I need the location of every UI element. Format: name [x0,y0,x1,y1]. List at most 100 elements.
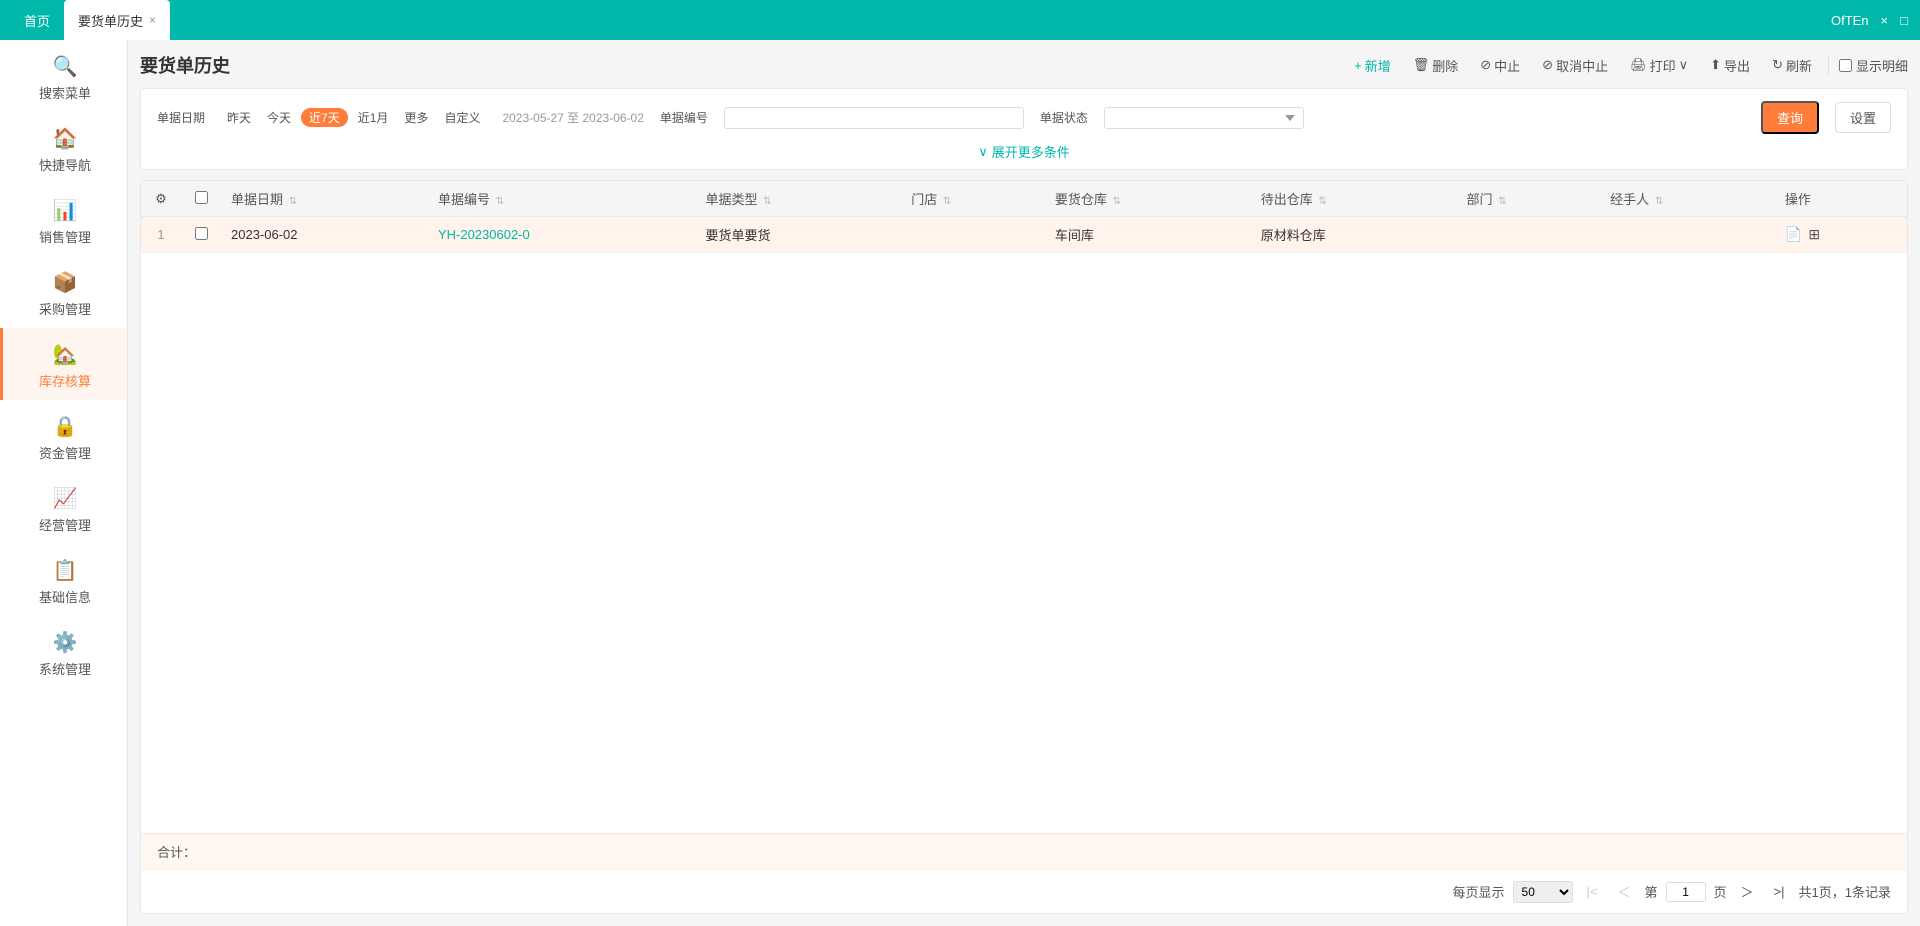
prev-page-btn[interactable]: ＜ [1612,880,1637,903]
show-detail-checkbox[interactable]: 显示明细 [1839,56,1908,75]
page-label: 第 [1645,882,1658,901]
cancel-stop-label: 取消中止 [1556,56,1608,75]
select-all-checkbox[interactable] [195,191,208,204]
date-filter-label: 单据日期 [157,109,205,126]
export-label: 导出 [1724,56,1750,75]
table-header-row: ⚙ 单据日期 ⇅ 单据编号 ⇅ 单据类型 [141,181,1907,217]
page-title: 要货单历史 [140,52,230,78]
no-column-header[interactable]: 单据编号 ⇅ [428,181,695,217]
dept-column-header[interactable]: 部门 ⇅ [1457,181,1601,217]
close-window-icon[interactable]: × [1881,13,1889,28]
sidebar-item-quick-nav[interactable]: 🏠 快捷导航 [0,112,127,184]
stop-icon: ⊘ [1480,57,1491,73]
sidebar-item-finance[interactable]: 🔒 资金管理 [0,400,127,472]
print-label: 打印 [1650,56,1676,75]
pending-warehouse-column-header[interactable]: 待出仓库 ⇅ [1251,181,1457,217]
delete-button[interactable]: 🗑 删除 [1407,56,1465,75]
refresh-button[interactable]: ↻ 刷新 [1766,56,1818,75]
page-size-select[interactable]: 50 10 20 100 [1513,881,1573,903]
print-button[interactable]: 🖨 打印 ∨ [1624,56,1694,75]
tab-requisition-history[interactable]: 要货单历史 × [64,0,170,40]
type-column-header[interactable]: 单据类型 ⇅ [695,181,901,217]
sidebar-item-label: 快捷导航 [39,155,91,174]
view-action-btn[interactable]: 📄 [1785,226,1802,243]
sidebar-item-purchase[interactable]: 📦 采购管理 [0,256,127,328]
dept-col-label: 部门 [1467,192,1493,207]
sidebar-item-basic-info[interactable]: 📋 基础信息 [0,544,127,616]
expand-more-icon: ∨ [978,144,988,160]
row-no-link[interactable]: YH-20230602-0 [438,227,530,242]
new-button[interactable]: + 新增 [1348,56,1397,75]
sidebar-item-inventory[interactable]: 🏡 库存核算 [0,328,127,400]
refresh-label: 刷新 [1786,56,1812,75]
pending-warehouse-sort-icon: ⇅ [1318,196,1326,207]
page-suffix: 页 [1714,882,1727,901]
sidebar: 🔍 搜索菜单 🏠 快捷导航 📊 销售管理 📦 采购管理 🏡 库存核算 🔒 资金管… [0,40,128,926]
row-pending-warehouse: 原材料仓库 [1251,217,1457,253]
print-dropdown-icon: ∨ [1679,57,1689,73]
date-btn-last7[interactable]: 近7天 [301,108,348,127]
purchase-icon: 📦 [53,270,78,295]
print-icon: 🖨 [1630,57,1647,73]
new-icon: + [1354,58,1362,73]
show-detail-input[interactable] [1839,59,1852,72]
first-page-btn[interactable]: |< [1581,882,1604,901]
tab-home[interactable]: 首页 [10,0,64,40]
maximize-icon[interactable]: □ [1900,13,1908,28]
export-button[interactable]: ⬆ 导出 [1704,56,1756,75]
date-btn-last-month[interactable]: 近1月 [352,108,395,127]
stop-label: 中止 [1494,56,1520,75]
next-page-btn[interactable]: ＞ [1735,880,1760,903]
status-select[interactable] [1104,107,1304,129]
date-btn-custom[interactable]: 自定义 [438,108,486,127]
tab-requisition-label: 要货单历史 [78,11,143,30]
stop-button[interactable]: ⊘ 中止 [1474,56,1526,75]
row-dept [1457,217,1601,253]
date-btn-today[interactable]: 今天 [261,108,297,127]
store-column-header[interactable]: 门店 ⇅ [901,181,1045,217]
query-button[interactable]: 查询 [1761,101,1819,134]
edit-action-btn[interactable]: ⊞ [1808,226,1820,243]
row-store [901,217,1045,253]
filter-bar: 单据日期 昨天 今天 近7天 近1月 更多 自定义 2023-05-27 至 2… [140,88,1908,170]
sidebar-item-label: 资金管理 [39,443,91,462]
refresh-icon: ↻ [1772,57,1783,73]
settings-column-header[interactable]: ⚙ [141,181,181,217]
req-warehouse-column-header[interactable]: 要货仓库 ⇅ [1045,181,1251,217]
handler-column-header[interactable]: 经手人 ⇅ [1600,181,1775,217]
show-detail-label: 显示明细 [1856,56,1908,75]
date-range-text: 2023-05-27 至 2023-06-02 [502,109,643,126]
sidebar-item-system[interactable]: ⚙️ 系统管理 [0,616,127,688]
sidebar-item-sales[interactable]: 📊 销售管理 [0,184,127,256]
date-btn-yesterday[interactable]: 昨天 [221,108,257,127]
content-area: 要货单历史 + 新增 🗑 删除 ⊘ 中止 ⊘ 取消中止 [128,40,1920,926]
action-column-header: 操作 [1775,181,1907,217]
date-btn-more[interactable]: 更多 [398,108,434,127]
settings-button[interactable]: 设置 [1835,102,1891,133]
page-input[interactable] [1666,882,1706,902]
status-label: 单据状态 [1040,109,1088,126]
type-sort-icon: ⇅ [763,196,771,207]
delete-label: 删除 [1432,56,1458,75]
table-header: ⚙ 单据日期 ⇅ 单据编号 ⇅ 单据类型 [141,181,1907,217]
last-page-btn[interactable]: >| [1768,882,1791,901]
table-footer: 合计： [141,833,1907,869]
pagination-bar: 每页显示 50 10 20 100 |< ＜ 第 页 ＞ >| 共1页，1条记录 [141,869,1907,913]
sidebar-item-label: 系统管理 [39,659,91,678]
often-label[interactable]: OfTEn [1831,13,1869,28]
expand-more-btn[interactable]: ∨ 展开更多条件 [157,142,1891,161]
row-checkbox-cell[interactable] [181,217,221,253]
toolbar-separator [1828,56,1829,74]
tab-close-icon[interactable]: × [149,13,156,27]
row-type: 要货单要货 [695,217,901,253]
date-column-header[interactable]: 单据日期 ⇅ [221,181,428,217]
store-col-label: 门店 [911,192,937,207]
cancel-stop-button[interactable]: ⊘ 取消中止 [1536,56,1614,75]
checkbox-column-header[interactable] [181,181,221,217]
sidebar-item-search-menu[interactable]: 🔍 搜索菜单 [0,40,127,112]
sidebar-item-operation[interactable]: 📈 经营管理 [0,472,127,544]
table-row[interactable]: 1 2023-06-02 YH-20230602-0 要货单要货 车间库 原材料… [141,217,1907,253]
doc-no-input[interactable] [724,107,1024,129]
row-checkbox[interactable] [195,227,208,240]
row-no: YH-20230602-0 [428,217,695,253]
